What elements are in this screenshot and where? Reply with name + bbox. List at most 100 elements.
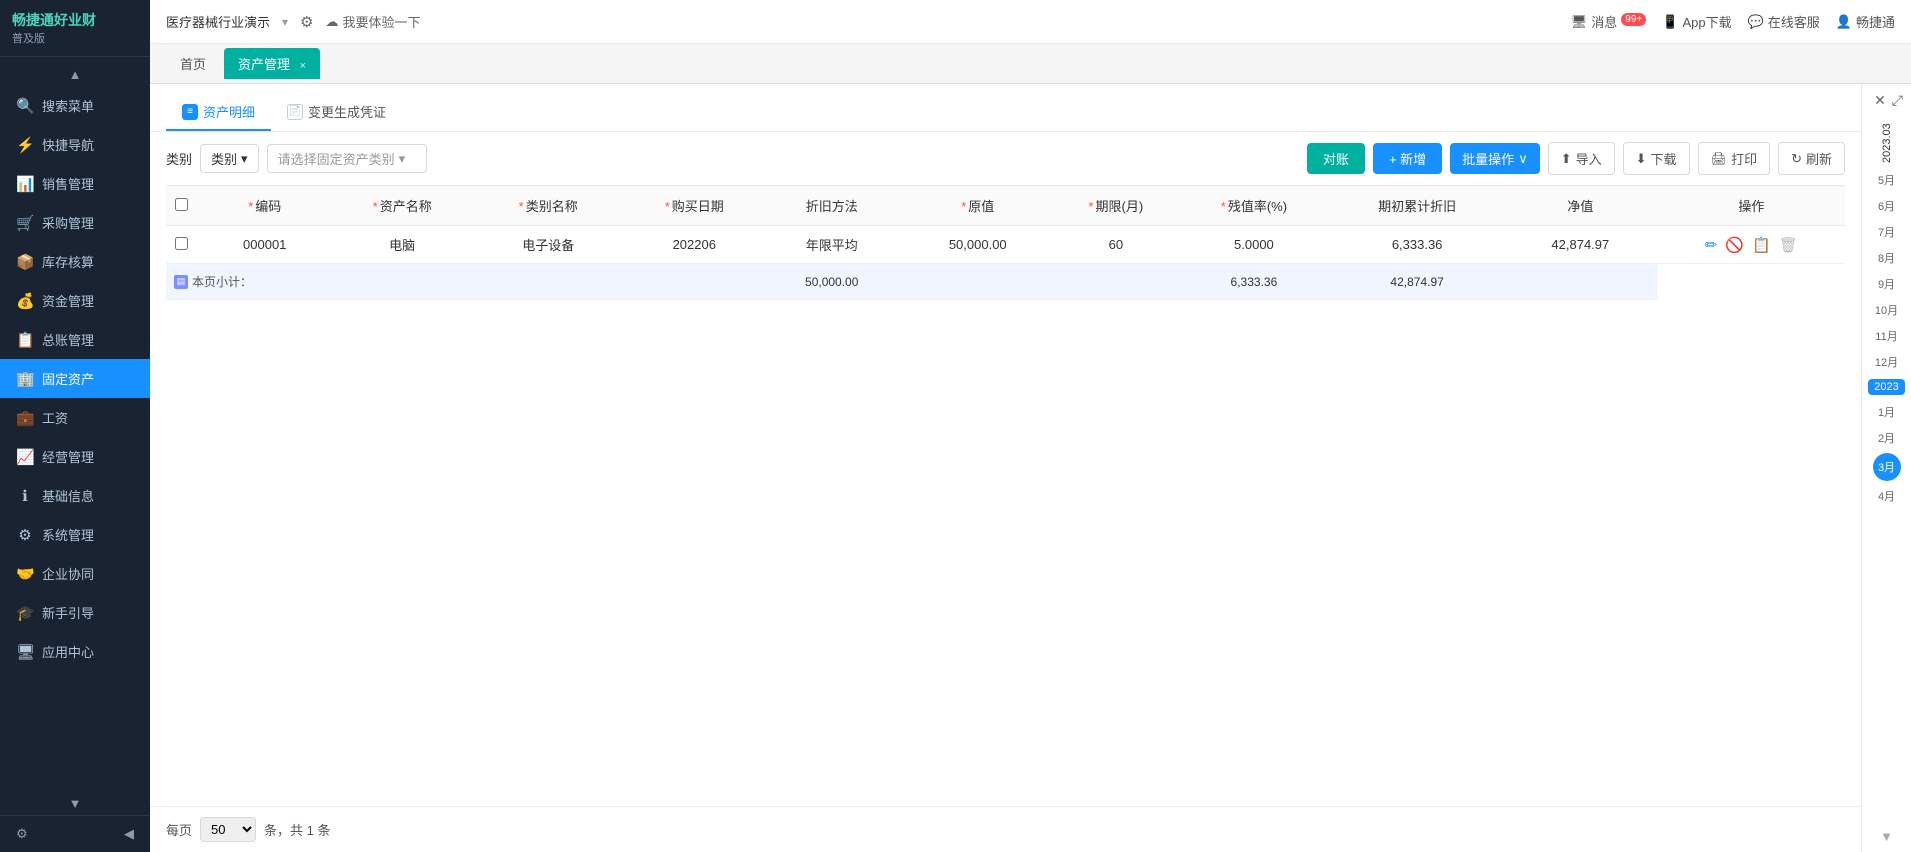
- sales-icon: 📊: [16, 175, 34, 193]
- right-panel-expand-btn[interactable]: ⤢: [1892, 92, 1903, 109]
- month-7[interactable]: 7月: [1862, 219, 1911, 245]
- online-service-btn[interactable]: 💬 在线客服: [1748, 12, 1820, 31]
- month-4[interactable]: 4月: [1862, 483, 1911, 509]
- subtotal-value: 50,000.00: [763, 264, 900, 300]
- right-panel-close-btn[interactable]: ✕: [1874, 92, 1886, 109]
- table-row: 000001 电脑 电子设备 202206 年限平均 50,000.00 60 …: [166, 226, 1845, 264]
- sub-tab-voucher[interactable]: 📄 变更生成凭证: [271, 94, 402, 131]
- month-5[interactable]: 5月: [1862, 167, 1911, 193]
- sidebar-item-label: 应用中心: [42, 642, 94, 661]
- month-10[interactable]: 10月: [1862, 297, 1911, 323]
- col-header-action: 操作: [1658, 186, 1845, 226]
- sidebar-scroll-down[interactable]: ▼: [0, 792, 150, 815]
- month-6[interactable]: 6月: [1862, 193, 1911, 219]
- sidebar-item-purchase[interactable]: 🛒 采购管理: [0, 203, 150, 242]
- company-chevron-icon[interactable]: ▾: [282, 15, 288, 29]
- settings-btn[interactable]: ⚙: [16, 826, 28, 842]
- subtotal-actions: [1503, 264, 1658, 300]
- month-3-current[interactable]: 3月: [1873, 453, 1901, 481]
- print-icon: 🖨: [1711, 151, 1728, 167]
- tab-home[interactable]: 首页: [166, 48, 220, 79]
- month-8[interactable]: 8月: [1862, 245, 1911, 271]
- sidebar-item-funds[interactable]: 💰 资金管理: [0, 281, 150, 320]
- collapse-right-btn[interactable]: ▼: [1872, 821, 1901, 852]
- timeline: 2023.03 5月 6月 7月 8月 9月 10月 11月 12月 2023 …: [1862, 117, 1911, 821]
- batch-chevron-icon: ∨: [1518, 151, 1528, 167]
- sidebar-item-label: 工资: [42, 408, 68, 427]
- reconcile-btn[interactable]: 对账: [1307, 143, 1365, 174]
- sidebar-item-inventory[interactable]: 📦 库存核算: [0, 242, 150, 281]
- sidebar-item-label: 资金管理: [42, 291, 94, 310]
- download-label: 下载: [1651, 149, 1677, 168]
- action-buttons: ✏ 🚫 📋 🗑: [1666, 236, 1837, 254]
- copy-btn[interactable]: 📋: [1752, 236, 1771, 254]
- sidebar-item-quicknav[interactable]: ⚡ 快捷导航: [0, 125, 150, 164]
- year-period-label: 2023.03: [1879, 117, 1895, 167]
- fixed-assets-icon: 🏢: [16, 370, 34, 388]
- topbar-right: 🖥 消息 99+ 📱 App下载 💬 在线客服 👤 畅捷通: [1571, 12, 1895, 31]
- notifications-btn[interactable]: 🖥 消息 99+: [1571, 12, 1647, 31]
- month-11[interactable]: 11月: [1862, 323, 1911, 349]
- import-btn[interactable]: ⬆ 导入: [1548, 142, 1615, 175]
- sidebar-item-fixed-assets[interactable]: 🏢 固定资产: [0, 359, 150, 398]
- category-type-dropdown[interactable]: 请选择固定资产类别 ▾: [267, 144, 427, 173]
- month-2[interactable]: 2月: [1862, 425, 1911, 451]
- payroll-icon: 💼: [16, 409, 34, 427]
- select-all-checkbox[interactable]: [175, 198, 188, 211]
- sidebar-item-search[interactable]: 🔍 搜索菜单: [0, 86, 150, 125]
- col-header-date: *购买日期: [626, 186, 763, 226]
- user-menu[interactable]: 👤 畅捷通: [1836, 12, 1895, 31]
- sidebar-item-label: 基础信息: [42, 486, 94, 505]
- batch-btn[interactable]: 批量操作 ∨: [1450, 143, 1540, 174]
- sidebar-item-label: 搜索菜单: [42, 96, 94, 115]
- online-service-icon: 💬: [1748, 14, 1764, 30]
- col-select-all[interactable]: [166, 186, 196, 226]
- col-header-method: 折旧方法: [763, 186, 900, 226]
- month-12[interactable]: 12月: [1862, 349, 1911, 375]
- print-label: 打印: [1731, 149, 1757, 168]
- tab-close-icon[interactable]: ×: [300, 60, 306, 72]
- ledger-icon: 📋: [16, 331, 34, 349]
- tab-assets[interactable]: 资产管理 ×: [224, 48, 320, 79]
- sidebar-item-ledger[interactable]: 📋 总账管理: [0, 320, 150, 359]
- sidebar-item-appstore[interactable]: 🖥 应用中心: [0, 632, 150, 671]
- col-header-accumulated: 期初累计折旧: [1331, 186, 1503, 226]
- experience-btn[interactable]: ☁ 我要体验一下: [326, 12, 421, 31]
- notifications-badge: 99+: [1621, 13, 1646, 26]
- month-9[interactable]: 9月: [1862, 271, 1911, 297]
- year-tag-2023[interactable]: 2023: [1868, 379, 1904, 395]
- print-btn[interactable]: 🖨 打印: [1698, 142, 1771, 175]
- app-name: 畅捷通好业财: [12, 10, 138, 30]
- sidebar-item-payroll[interactable]: 💼 工资: [0, 398, 150, 437]
- disable-btn[interactable]: 🚫: [1725, 236, 1744, 254]
- sidebar-item-sales[interactable]: 📊 销售管理: [0, 164, 150, 203]
- import-label: 导入: [1576, 149, 1602, 168]
- sidebar-item-enterprise[interactable]: 🤝 企业协同: [0, 554, 150, 593]
- sub-tabs: ≡ 资产明细 📄 变更生成凭证: [150, 84, 1861, 132]
- per-page-select[interactable]: 50 100 200: [200, 817, 256, 842]
- purchase-icon: 🛒: [16, 214, 34, 232]
- app-download-btn[interactable]: 📱 App下载: [1662, 12, 1731, 31]
- sub-tab-detail[interactable]: ≡ 资产明细: [166, 94, 271, 131]
- tab-assets-label: 资产管理: [238, 57, 290, 72]
- download-btn[interactable]: ⬇ 下载: [1623, 142, 1690, 175]
- month-1[interactable]: 1月: [1862, 399, 1911, 425]
- cell-actions: ✏ 🚫 📋 🗑: [1658, 226, 1845, 264]
- sidebar-item-guide[interactable]: 🎓 新手引导: [0, 593, 150, 632]
- subtotal-net: 42,874.97: [1331, 264, 1503, 300]
- sidebar-item-operations[interactable]: 📈 经营管理: [0, 437, 150, 476]
- notification-icon: 🖥: [1571, 14, 1588, 30]
- sidebar-item-basic-info[interactable]: ℹ 基础信息: [0, 476, 150, 515]
- sidebar-item-system[interactable]: ⚙ 系统管理: [0, 515, 150, 554]
- refresh-btn[interactable]: ↻ 刷新: [1778, 142, 1845, 175]
- topbar-gear-icon[interactable]: ⚙: [300, 13, 313, 31]
- delete-btn[interactable]: 🗑: [1779, 236, 1798, 254]
- row-checkbox[interactable]: [175, 237, 188, 250]
- collapse-btn[interactable]: ◀: [124, 826, 134, 842]
- new-btn[interactable]: + 新增: [1373, 143, 1442, 174]
- sidebar-scroll-up[interactable]: ▲: [0, 63, 150, 86]
- category-dropdown[interactable]: 类别 ▾: [200, 144, 259, 173]
- edit-btn[interactable]: ✏: [1705, 236, 1718, 254]
- row-checkbox-cell[interactable]: [166, 226, 196, 264]
- refresh-icon: ↻: [1791, 151, 1802, 167]
